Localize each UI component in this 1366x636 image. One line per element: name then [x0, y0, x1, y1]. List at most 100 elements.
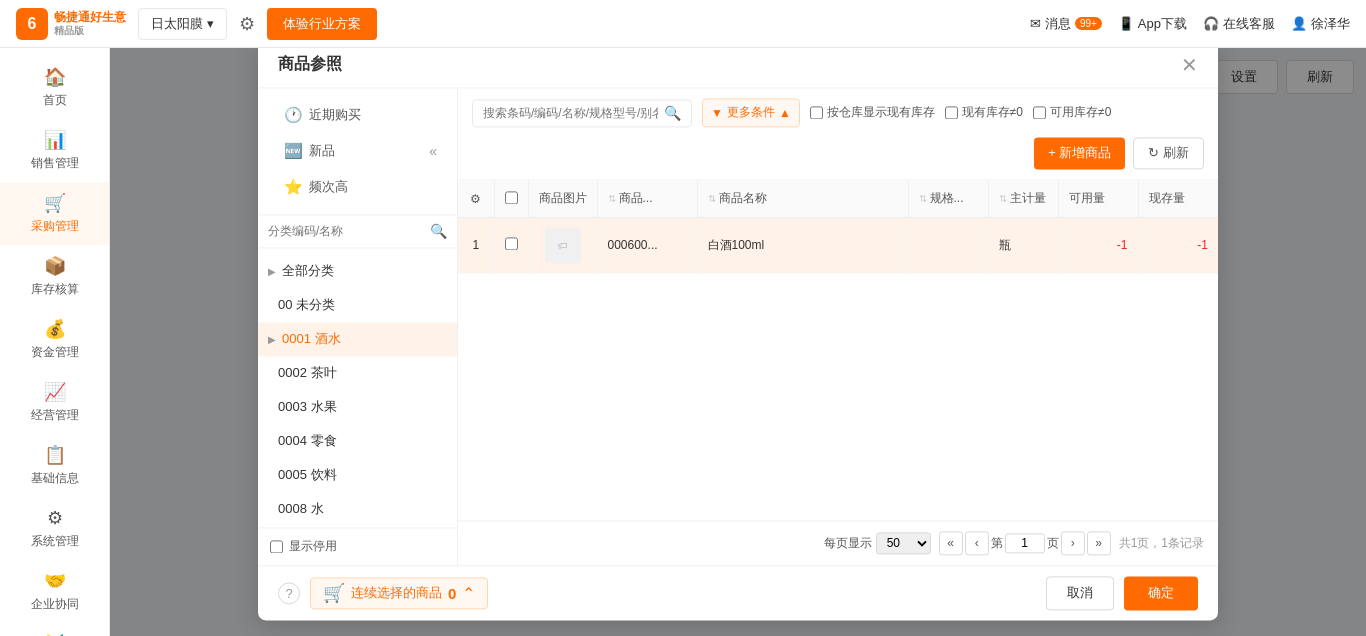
app-download-label: App下载: [1138, 15, 1187, 33]
sidebar-item-business[interactable]: 📈 经营管理: [0, 371, 109, 434]
logo-icon: 6: [16, 8, 48, 40]
inventory-icon: 📦: [44, 255, 66, 277]
table-row[interactable]: 1 🏷 000600...: [458, 218, 1218, 273]
collapse-icon[interactable]: ⌃: [462, 584, 475, 603]
star-icon: ⭐: [284, 178, 303, 196]
page-input[interactable]: [1005, 533, 1045, 553]
category-list: ▶ 全部分类 00 未分类 ▶ 0001 酒水 0002 茶叶: [258, 248, 457, 527]
sidebar-item-collab[interactable]: 🤝 企业协同: [0, 560, 109, 623]
category-search-input[interactable]: [268, 224, 426, 238]
warehouse-checkbox[interactable]: [810, 106, 823, 119]
sidebar-label-home: 首页: [43, 92, 67, 109]
th-stock[interactable]: 现存量: [1138, 180, 1218, 218]
cart-area[interactable]: 🛒 连续选择的商品 0 ⌃: [310, 577, 488, 609]
row-idx-val: 1: [472, 238, 479, 252]
sidebar-item-basic[interactable]: 📋 基础信息: [0, 434, 109, 497]
home-icon: 🏠: [44, 66, 66, 88]
row-stock-cell: -1: [1138, 218, 1218, 273]
msg-badge: 99+: [1075, 17, 1102, 30]
th-avail[interactable]: 可用量: [1058, 180, 1138, 218]
cart-text: 连续选择的商品: [351, 584, 442, 602]
category-wine[interactable]: ▶ 0001 酒水: [258, 322, 457, 356]
footer-left: ? 🛒 连续选择的商品 0 ⌃: [278, 577, 488, 609]
th-spec[interactable]: ⇅ 规格...: [908, 180, 988, 218]
category-tea[interactable]: 0002 茶叶: [258, 356, 457, 390]
sidebar-item-sales[interactable]: 📊 销售管理: [0, 119, 109, 182]
store-dropdown[interactable]: 日太阳膜 ▾: [138, 8, 227, 40]
sort-icon-name: ⇅: [708, 193, 716, 204]
phone-icon: 📱: [1118, 16, 1134, 31]
help-btn[interactable]: ?: [278, 582, 300, 604]
nav-new-product[interactable]: 🆕 新品: [270, 134, 413, 168]
sidebar-item-inventory[interactable]: 📦 库存核算: [0, 245, 109, 308]
user-avatar[interactable]: 👤 徐泽华: [1291, 15, 1350, 33]
th-avail-label: 可用量: [1069, 190, 1105, 207]
row-checkbox[interactable]: [505, 237, 518, 250]
table-header-row: ⚙ 商品图片: [458, 180, 1218, 218]
nav-frequent-label: 频次高: [309, 178, 348, 196]
sidebar-label-system: 系统管理: [31, 533, 79, 550]
category-fruit[interactable]: 0003 水果: [258, 390, 457, 424]
sort-icon-code: ⇅: [608, 193, 616, 204]
cancel-btn[interactable]: 取消: [1046, 576, 1114, 610]
sidebar-item-system[interactable]: ⚙ 系统管理: [0, 497, 109, 560]
th-img-label: 商品图片: [539, 190, 587, 207]
category-unclassified[interactable]: 00 未分类: [258, 288, 457, 322]
show-disabled-checkbox[interactable]: [270, 540, 283, 553]
category-water[interactable]: 0008 水: [258, 492, 457, 526]
row-avail-val: -1: [1117, 238, 1128, 252]
row-unit-val: 瓶: [999, 238, 1011, 252]
modal-close-btn[interactable]: ✕: [1181, 55, 1198, 75]
confirm-btn[interactable]: 确定: [1124, 576, 1198, 610]
row-code-cell: 000600...: [597, 218, 697, 273]
trial-btn[interactable]: 体验行业方案: [267, 8, 377, 40]
page-last-btn[interactable]: »: [1087, 531, 1111, 555]
category-beverage[interactable]: 0005 饮料: [258, 458, 457, 492]
page-prev-btn[interactable]: ‹: [965, 531, 989, 555]
row-img-cell: 🏷: [528, 218, 597, 273]
row-spec-cell: [908, 218, 988, 273]
stock-ne0-filter[interactable]: 现有库存≠0: [945, 104, 1023, 121]
th-name[interactable]: ⇅ 商品名称: [697, 180, 908, 218]
nav-right: ✉ 消息 99+ 📱 App下载 🎧 在线客服 👤 徐泽华: [1030, 15, 1350, 33]
online-service-btn[interactable]: 🎧 在线客服: [1203, 15, 1275, 33]
messages-btn[interactable]: ✉ 消息 99+: [1030, 15, 1102, 33]
row-checkbox-cell[interactable]: [494, 218, 528, 273]
gear-icon[interactable]: ⚙: [239, 13, 255, 35]
row-name-val: 白酒100ml: [708, 238, 765, 252]
category-snack[interactable]: 0004 零食: [258, 424, 457, 458]
select-all-checkbox[interactable]: [505, 191, 518, 204]
sidebar-item-home[interactable]: 🏠 首页: [0, 56, 109, 119]
page-size-label: 每页显示: [824, 535, 872, 552]
page-first-btn[interactable]: «: [939, 531, 963, 555]
category-search-icon[interactable]: 🔍: [430, 223, 447, 239]
app-download-btn[interactable]: 📱 App下载: [1118, 15, 1187, 33]
purchase-icon: 🛒: [44, 192, 66, 214]
warehouse-filter[interactable]: 按仓库显示现有库存: [810, 104, 935, 121]
th-unit[interactable]: ⇅ 主计量: [988, 180, 1058, 218]
cart-icon: 🛒: [323, 582, 345, 604]
cat-snack-label: 0004 零食: [278, 432, 337, 450]
page-size-dropdown[interactable]: 10 20 50 100: [876, 532, 931, 554]
sidebar-item-guide[interactable]: 🔰 新手引导: [0, 623, 109, 636]
th-settings[interactable]: ⚙: [458, 180, 494, 218]
nav-recent-label: 近期购买: [309, 106, 361, 124]
avail-ne0-checkbox[interactable]: [1033, 106, 1046, 119]
sidebar-item-finance[interactable]: 💰 资金管理: [0, 308, 109, 371]
add-product-btn[interactable]: + 新增商品: [1034, 137, 1125, 169]
sidebar-item-purchase[interactable]: 🛒 采购管理: [0, 182, 109, 245]
th-code[interactable]: ⇅ 商品...: [597, 180, 697, 218]
more-filter-btn[interactable]: ▼ 更多条件 ▲: [702, 98, 800, 127]
product-search-input[interactable]: [483, 106, 658, 120]
page-size-select: 每页显示 10 20 50 100: [824, 532, 931, 554]
page-next-btn[interactable]: ›: [1061, 531, 1085, 555]
category-all[interactable]: ▶ 全部分类: [258, 254, 457, 288]
avail-ne0-filter[interactable]: 可用库存≠0: [1033, 104, 1111, 121]
nav-frequent[interactable]: ⭐ 频次高: [270, 170, 413, 204]
refresh-table-btn[interactable]: ↻ 刷新: [1133, 137, 1204, 169]
nav-recent-purchase[interactable]: 🕐 近期购买: [270, 98, 413, 132]
product-search-icon[interactable]: 🔍: [664, 105, 681, 121]
product-toolbar: 🔍 ▼ 更多条件 ▲ 按仓库显示现有库存: [458, 88, 1218, 180]
stock-ne0-checkbox[interactable]: [945, 106, 958, 119]
left-collapse-btn[interactable]: «: [421, 135, 445, 167]
